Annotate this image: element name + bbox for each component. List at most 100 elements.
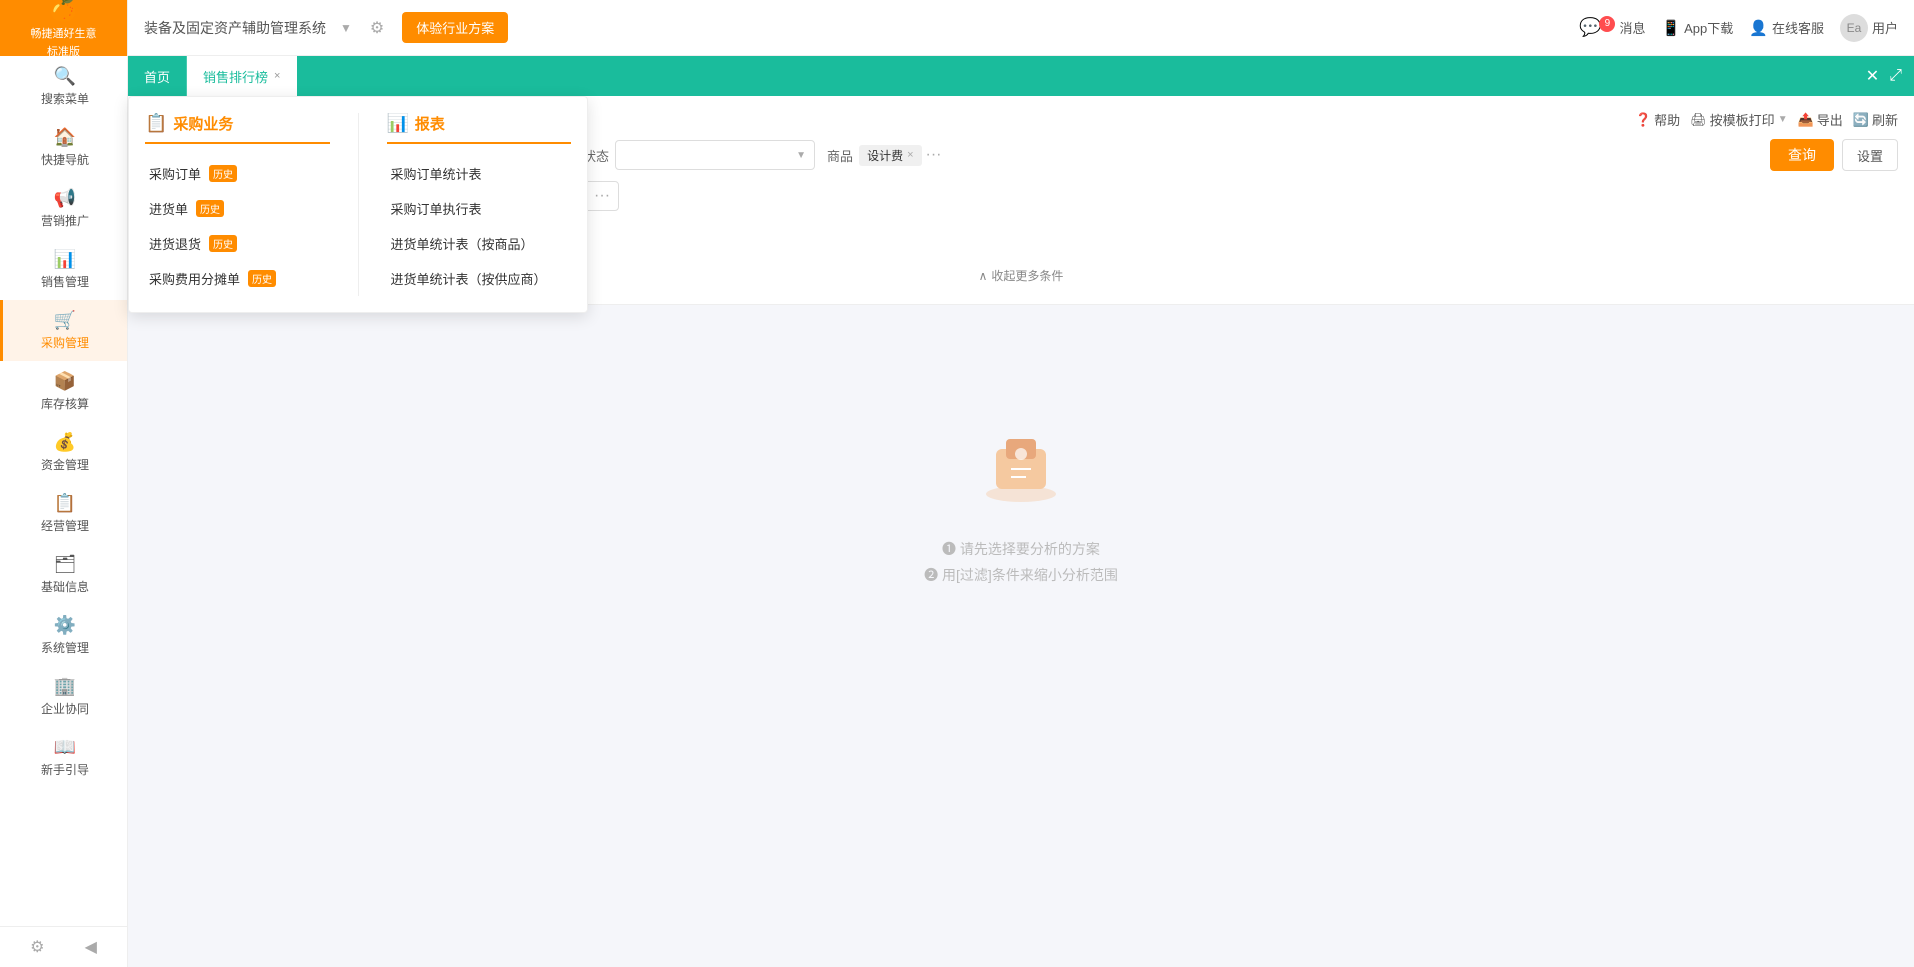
sidebar-item-sales[interactable]: 📊 销售管理 bbox=[0, 239, 127, 300]
purchase-goods-label: 进货单 bbox=[149, 199, 188, 218]
sidebar-item-purchase[interactable]: 🛒 采购管理 bbox=[0, 300, 127, 361]
service-icon: 👤 bbox=[1749, 19, 1768, 37]
sidebar-item-quicknav[interactable]: 🏠 快捷导航 bbox=[0, 117, 127, 178]
sidebar-item-search-label: 搜索菜单 bbox=[41, 90, 89, 107]
app-download-button[interactable]: 📱 App下载 bbox=[1661, 18, 1733, 37]
sidebar-item-search[interactable]: 🔍 搜索菜单 bbox=[0, 56, 127, 117]
menu-item-purchase-goods[interactable]: 进货单 历史 bbox=[145, 191, 330, 226]
sidebar-item-operations[interactable]: 📋 经营管理 bbox=[0, 483, 127, 544]
empty-state: ❶ 请先选择要分析的方案 ❷ 用[过滤]条件来缩小分析范围 bbox=[128, 305, 1914, 705]
query-button[interactable]: 查询 bbox=[1770, 139, 1834, 171]
menu-item-purchase-order[interactable]: 采购订单 历史 bbox=[145, 156, 330, 191]
logo-icon: 🍊 bbox=[50, 0, 77, 23]
toolbar-actions: ❓ 帮助 🖨 按模板打印 ▼ 📤 导出 🔄 刷新 bbox=[1635, 110, 1898, 129]
goods-tag-close[interactable]: × bbox=[907, 149, 913, 161]
tab-maximize-icon[interactable]: ⤢ bbox=[1889, 67, 1902, 85]
goods-filter: 商品 设计费 × ··· bbox=[827, 145, 941, 166]
empty-hint-1: ❶ 请先选择要分析的方案 bbox=[942, 539, 1100, 559]
purchase-return-label: 进货退货 bbox=[149, 234, 201, 253]
sidebar-item-basicinfo[interactable]: 🗂 基础信息 bbox=[0, 544, 127, 605]
tab-home[interactable]: 首页 bbox=[128, 56, 187, 96]
print-label: 按模板打印 bbox=[1710, 110, 1775, 129]
refresh-label: 刷新 bbox=[1872, 110, 1898, 129]
online-service-button[interactable]: 👤 在线客服 bbox=[1749, 18, 1824, 37]
empty-hint-2: ❷ 用[过滤]条件来缩小分析范围 bbox=[924, 565, 1118, 585]
goods-tag-label: 设计费 bbox=[867, 147, 903, 164]
refresh-button[interactable]: 🔄 刷新 bbox=[1853, 110, 1898, 129]
help-label: 帮助 bbox=[1654, 110, 1680, 129]
sidebar-item-purchase-label: 采购管理 bbox=[41, 334, 89, 351]
system-icon: ⚙️ bbox=[54, 615, 76, 636]
online-service-label: 在线客服 bbox=[1772, 18, 1824, 37]
bill-status-arrow: ▼ bbox=[796, 150, 806, 161]
purchase-order-label: 采购订单 bbox=[149, 164, 201, 183]
purchase-dropdown-menu: 📋 采购业务 采购订单 历史 进货单 历史 进货退货 历史 采购费用分摊单 历史… bbox=[128, 96, 588, 313]
sidebar: 🍊 畅捷通好生意 标准版 🔍 搜索菜单 🏠 快捷导航 📢 营销推广 📊 销售管理… bbox=[0, 0, 128, 967]
purchase-expense-history: 历史 bbox=[248, 270, 276, 287]
purchase-supplier-stat-label: 进货单统计表（按供应商） bbox=[391, 269, 547, 288]
messages-button[interactable]: 💬 9 消息 bbox=[1579, 17, 1645, 38]
sidebar-item-enterprise[interactable]: 🏢 企业协同 bbox=[0, 666, 127, 727]
export-button[interactable]: 📤 导出 bbox=[1798, 110, 1843, 129]
print-icon: 🖨 bbox=[1690, 112, 1707, 128]
purchase-icon: 🛒 bbox=[54, 310, 76, 331]
tab-close-icon[interactable]: × bbox=[274, 70, 280, 82]
sidebar-item-marketing[interactable]: 📢 营销推广 bbox=[0, 178, 127, 239]
sidebar-item-system[interactable]: ⚙️ 系统管理 bbox=[0, 605, 127, 666]
topbar-gear-icon[interactable]: ⚙ bbox=[370, 18, 384, 38]
sales-icon: 📊 bbox=[54, 249, 76, 270]
print-dropdown-arrow[interactable]: ▼ bbox=[1778, 114, 1788, 125]
marketing-icon: 📢 bbox=[54, 188, 76, 209]
menu-item-purchase-order-exec[interactable]: 采购订单执行表 bbox=[387, 191, 572, 226]
user-label: 用户 bbox=[1872, 18, 1898, 37]
purchase-col-header: 📋 采购业务 bbox=[145, 113, 330, 144]
purchase-col-icon: 📋 bbox=[145, 113, 167, 134]
sidebar-item-enterprise-label: 企业协同 bbox=[41, 700, 89, 717]
sidebar-logo: 🍊 畅捷通好生意 标准版 bbox=[0, 0, 127, 56]
sidebar-item-finance-label: 资金管理 bbox=[41, 456, 89, 473]
menu-item-purchase-goods-stat[interactable]: 进货单统计表（按商品） bbox=[387, 226, 572, 261]
report-col-icon: 📊 bbox=[387, 113, 409, 134]
collapse-label: 收起更多条件 bbox=[991, 267, 1063, 284]
menu-item-purchase-order-stat[interactable]: 采购订单统计表 bbox=[387, 156, 572, 191]
menu-item-purchase-return[interactable]: 进货退货 历史 bbox=[145, 226, 330, 261]
purchase-order-exec-label: 采购订单执行表 bbox=[391, 199, 482, 218]
logo-text: 畅捷通好生意 bbox=[31, 25, 97, 41]
goods-more[interactable]: ··· bbox=[926, 146, 942, 164]
topbar: 装备及固定资产辅助管理系统 ▼ ⚙ 体验行业方案 💬 9 消息 📱 App下载 … bbox=[128, 0, 1914, 56]
collapse-up-icon: ∧ bbox=[979, 269, 988, 283]
print-button[interactable]: 🖨 按模板打印 ▼ bbox=[1690, 110, 1787, 129]
purchase-return-history: 历史 bbox=[209, 235, 237, 252]
bill-status-filter: 单据状态 ▼ bbox=[557, 140, 815, 170]
sidebar-settings-icon[interactable]: ⚙ bbox=[30, 937, 44, 957]
tab-window-close-icon[interactable]: ✕ bbox=[1866, 66, 1879, 86]
topbar-dropdown-arrow[interactable]: ▼ bbox=[340, 21, 352, 35]
menu-item-purchase-supplier-stat[interactable]: 进货单统计表（按供应商） bbox=[387, 261, 572, 296]
phone-icon: 📱 bbox=[1661, 19, 1680, 37]
sidebar-bottom: ⚙ ◀ bbox=[0, 926, 127, 967]
sidebar-item-basicinfo-label: 基础信息 bbox=[41, 578, 89, 595]
bill-status-select[interactable]: ▼ bbox=[615, 140, 815, 170]
settings-button[interactable]: 设置 bbox=[1842, 139, 1898, 171]
operations-icon: 📋 bbox=[54, 493, 76, 514]
sidebar-collapse-icon[interactable]: ◀ bbox=[85, 937, 97, 957]
industry-button[interactable]: 体验行业方案 bbox=[402, 12, 508, 43]
report-col-title: 报表 bbox=[415, 113, 445, 134]
tab-sales-rank[interactable]: 销售排行榜 × bbox=[187, 56, 297, 96]
sidebar-item-inventory[interactable]: 📦 库存核算 bbox=[0, 361, 127, 422]
home-icon: 🏠 bbox=[54, 127, 76, 148]
enterprise-icon: 🏢 bbox=[54, 676, 76, 697]
avatar: Ea bbox=[1840, 14, 1868, 42]
sidebar-item-guide-label: 新手引导 bbox=[41, 761, 89, 778]
sidebar-item-guide[interactable]: 📖 新手引导 bbox=[0, 727, 127, 788]
sidebar-item-finance[interactable]: 💰 资金管理 bbox=[0, 422, 127, 483]
report-col-header: 📊 报表 bbox=[387, 113, 572, 144]
app-download-label: App下载 bbox=[1684, 18, 1733, 37]
dropdown-divider bbox=[358, 113, 359, 296]
messages-badge: 9 bbox=[1599, 16, 1615, 32]
help-button[interactable]: ❓ 帮助 bbox=[1635, 110, 1680, 129]
sidebar-item-system-label: 系统管理 bbox=[41, 639, 89, 656]
user-menu-button[interactable]: Ea 用户 bbox=[1840, 14, 1898, 42]
salesperson-more[interactable]: ··· bbox=[594, 187, 610, 205]
menu-item-purchase-expense[interactable]: 采购费用分摊单 历史 bbox=[145, 261, 330, 296]
